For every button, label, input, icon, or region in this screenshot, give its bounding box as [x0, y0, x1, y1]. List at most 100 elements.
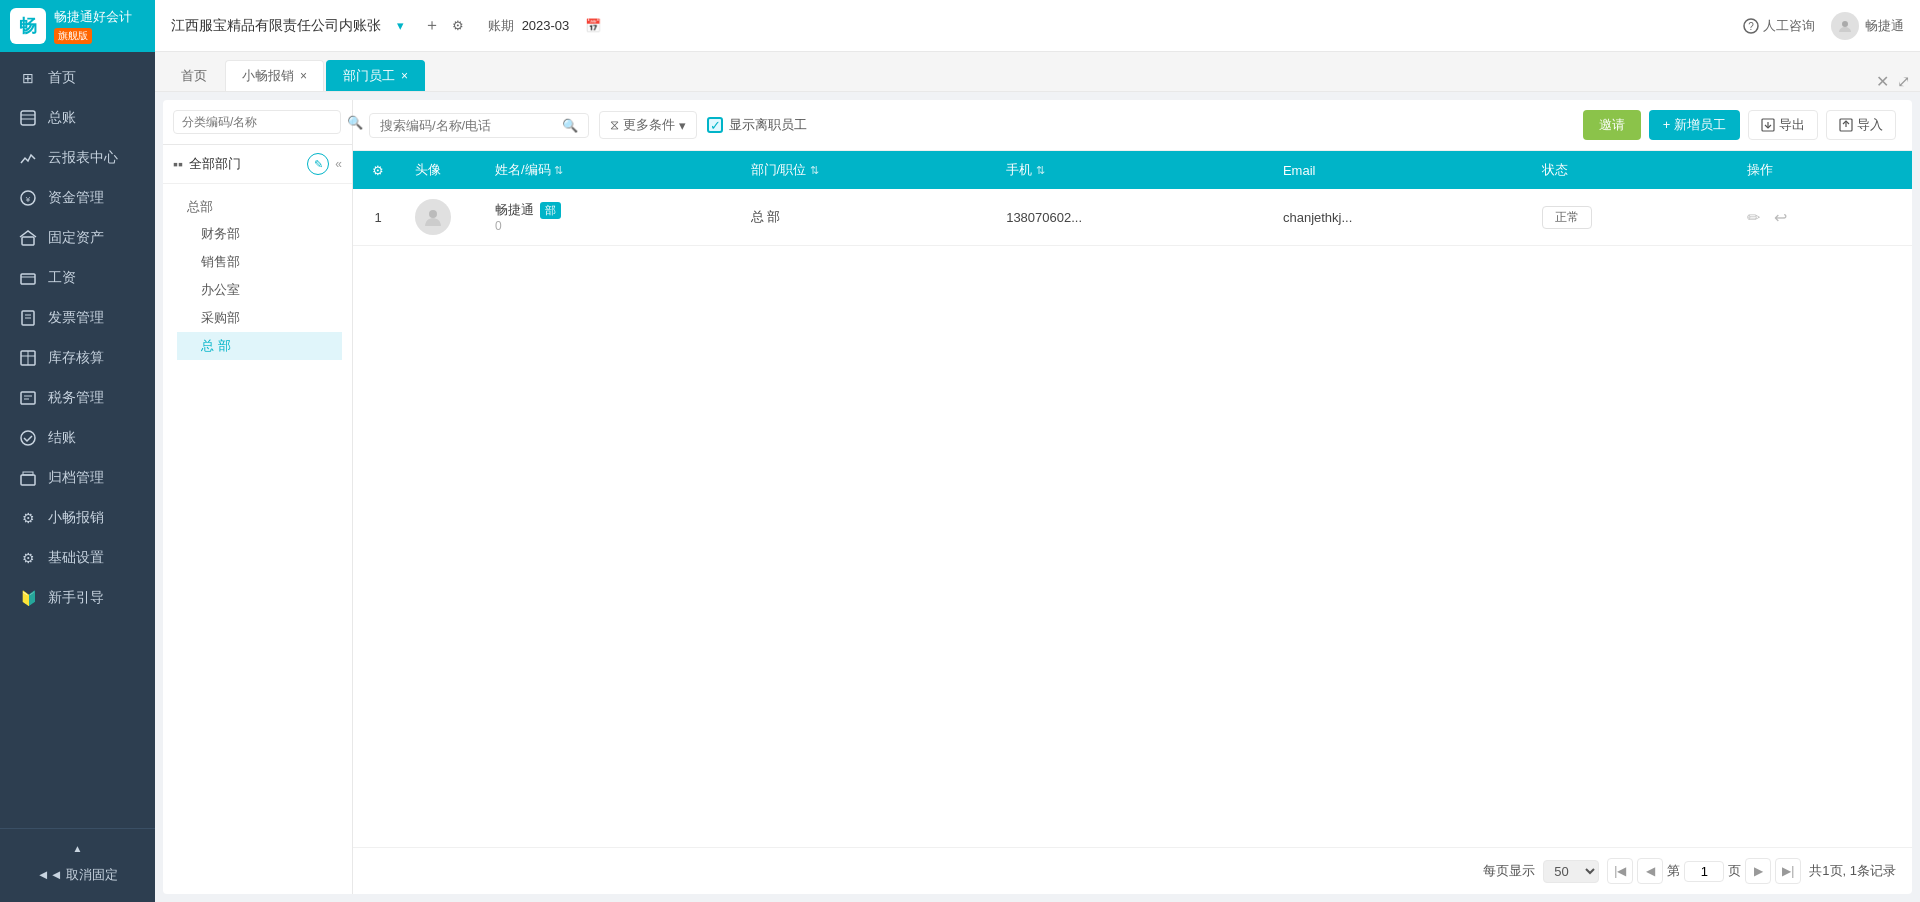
support-label: 人工咨询 [1763, 17, 1815, 35]
cancel-fixed-btn[interactable]: ◄◄ 取消固定 [0, 858, 155, 892]
toolbar: 🔍 ⧖ 更多条件 ▾ ✓ 显示离职员工 邀请 + 新增员工 导出 [353, 100, 1912, 151]
tab-home[interactable]: 首页 [165, 61, 223, 91]
sidebar-item-salary[interactable]: 工资 [0, 258, 155, 298]
svg-rect-18 [21, 475, 35, 485]
prev-page-btn[interactable]: ◀ [1637, 858, 1663, 884]
show-resigned-checkbox[interactable]: ✓ 显示离职员工 [707, 116, 807, 134]
sidebar-item-ledger[interactable]: 总账 [0, 98, 155, 138]
sidebar-nav: ⊞ 首页 总账 云报表中心 ¥ 资金管理 固定资产 [0, 52, 155, 828]
home-icon: ⊞ [18, 68, 38, 88]
sidebar-item-inventory[interactable]: 库存核算 [0, 338, 155, 378]
row-email-cell: chanjethkj... [1271, 189, 1530, 246]
tab-employees-close[interactable]: × [401, 69, 408, 83]
name-sort-icon: ⇅ [554, 164, 563, 176]
sidebar-item-archive[interactable]: 归档管理 [0, 458, 155, 498]
sidebar-item-expense[interactable]: ⚙ 小畅报销 [0, 498, 155, 538]
employee-search-input[interactable] [380, 118, 556, 133]
th-phone-label: 手机 [1006, 162, 1032, 177]
invite-button[interactable]: 邀请 [1583, 110, 1641, 140]
employee-table-wrap: ⚙ 头像 姓名/编码 ⇅ 部门/职位 ⇅ [353, 151, 1912, 847]
calendar-icon[interactable]: 📅 [585, 18, 601, 33]
sidebar-item-guide[interactable]: 🔰 新手引导 [0, 578, 155, 618]
expense-icon: ⚙ [18, 508, 38, 528]
filter-btn[interactable]: ⧖ 更多条件 ▾ [599, 111, 697, 139]
dept-search-input[interactable] [173, 110, 341, 134]
dept-label-office: 办公室 [201, 282, 240, 297]
dept-item-purchase[interactable]: 采购部 [177, 304, 342, 332]
tab-expense-close[interactable]: × [300, 69, 307, 83]
employee-table: ⚙ 头像 姓名/编码 ⇅ 部门/职位 ⇅ [353, 151, 1912, 246]
th-email-label: Email [1283, 163, 1316, 178]
th-dept[interactable]: 部门/职位 ⇅ [739, 151, 995, 189]
period-label: 账期 2023-03 [488, 17, 569, 35]
add-employee-button[interactable]: + 新增员工 [1649, 110, 1740, 140]
nav-label-basic: 基础设置 [48, 549, 104, 567]
nav-label-expense: 小畅报销 [48, 509, 104, 527]
user-avatar [1831, 12, 1859, 40]
close-window-icon[interactable]: ✕ [1876, 72, 1889, 91]
dept-item-finance[interactable]: 财务部 [177, 220, 342, 248]
dept-item-general[interactable]: 总 部 [177, 332, 342, 360]
user-menu[interactable]: 畅捷通 [1831, 12, 1904, 40]
tab-expense[interactable]: 小畅报销 × [225, 60, 324, 91]
logo: 畅 畅捷通好会计 旗舰版 [0, 0, 155, 52]
dept-label-sales: 销售部 [201, 254, 240, 269]
th-settings[interactable]: ⚙ [353, 151, 403, 189]
sidebar-item-capital[interactable]: ¥ 资金管理 [0, 178, 155, 218]
pagination: 每页显示 50 100 200 |◀ ◀ 第 页 ▶ ▶| 共1页, 1条记录 [353, 847, 1912, 894]
scroll-up-btn[interactable]: ▲ [0, 839, 155, 858]
per-page-select[interactable]: 50 100 200 [1543, 860, 1599, 883]
page-label-pre: 第 [1667, 862, 1680, 880]
dept-tree: 总部 财务部 销售部 办公室 采购部 总 部 [163, 184, 352, 894]
sidebar: 畅 畅捷通好会计 旗舰版 ⊞ 首页 总账 云报表中心 ¥ 资金管理 [0, 0, 155, 902]
logo-text: 畅捷通好会计 旗舰版 [54, 8, 132, 44]
settings-icon[interactable]: ⚙ [452, 18, 464, 33]
nav-label-checkout: 结账 [48, 429, 76, 447]
archive-icon [18, 468, 38, 488]
sidebar-bottom: ▲ ◄◄ 取消固定 [0, 828, 155, 902]
period-value: 2023-03 [522, 18, 570, 33]
sidebar-item-checkout[interactable]: 结账 [0, 418, 155, 458]
table-header-row: ⚙ 头像 姓名/编码 ⇅ 部门/职位 ⇅ [353, 151, 1912, 189]
sidebar-item-home[interactable]: ⊞ 首页 [0, 58, 155, 98]
sidebar-item-invoice[interactable]: 发票管理 [0, 298, 155, 338]
last-page-btn[interactable]: ▶| [1775, 858, 1801, 884]
dept-item-office[interactable]: 办公室 [177, 276, 342, 304]
tab-employees-label: 部门员工 [343, 67, 395, 85]
th-name[interactable]: 姓名/编码 ⇅ [483, 151, 739, 189]
employee-search-icon[interactable]: 🔍 [562, 118, 578, 133]
dept-item-sales[interactable]: 销售部 [177, 248, 342, 276]
export-button[interactable]: 导出 [1748, 110, 1818, 140]
next-page-btn[interactable]: ▶ [1745, 858, 1771, 884]
dept-label-purchase: 采购部 [201, 310, 240, 325]
dept-edit-icon[interactable]: ✎ [307, 153, 329, 175]
invoice-icon [18, 308, 38, 328]
main-content: 江西服宝精品有限责任公司内账张 ▾ ＋ ⚙ 账期 2023-03 📅 ? 人工咨… [155, 0, 1920, 902]
support-btn[interactable]: ? 人工咨询 [1743, 17, 1815, 35]
maximize-window-icon[interactable]: ⤢ [1897, 72, 1910, 91]
logo-icon: 畅 [10, 8, 46, 44]
nav-label-ledger: 总账 [48, 109, 76, 127]
tab-expense-label: 小畅报销 [242, 67, 294, 85]
sidebar-item-basic[interactable]: ⚙ 基础设置 [0, 538, 155, 578]
sidebar-item-reports[interactable]: 云报表中心 [0, 138, 155, 178]
grid-icon: ▪▪ [173, 156, 183, 172]
reports-icon [18, 148, 38, 168]
import-button[interactable]: 导入 [1826, 110, 1896, 140]
tab-employees[interactable]: 部门员工 × [326, 60, 425, 91]
logout-icon[interactable]: ↩ [1774, 208, 1787, 227]
page-nav: |◀ ◀ 第 页 ▶ ▶| [1607, 858, 1801, 884]
sidebar-item-tax[interactable]: 税务管理 [0, 378, 155, 418]
dept-root-label[interactable]: 总部 [177, 194, 342, 220]
nav-label-guide: 新手引导 [48, 589, 104, 607]
add-company-icon[interactable]: ＋ [424, 15, 440, 36]
th-phone[interactable]: 手机 ⇅ [994, 151, 1271, 189]
dept-collapse-icon[interactable]: « [335, 157, 342, 171]
company-dropdown-icon[interactable]: ▾ [397, 18, 404, 33]
first-page-btn[interactable]: |◀ [1607, 858, 1633, 884]
row-status-cell: 正常 [1530, 189, 1735, 246]
export-icon [1761, 118, 1775, 132]
page-input[interactable] [1684, 861, 1724, 882]
sidebar-item-assets[interactable]: 固定资产 [0, 218, 155, 258]
edit-icon[interactable]: ✏ [1747, 208, 1760, 227]
